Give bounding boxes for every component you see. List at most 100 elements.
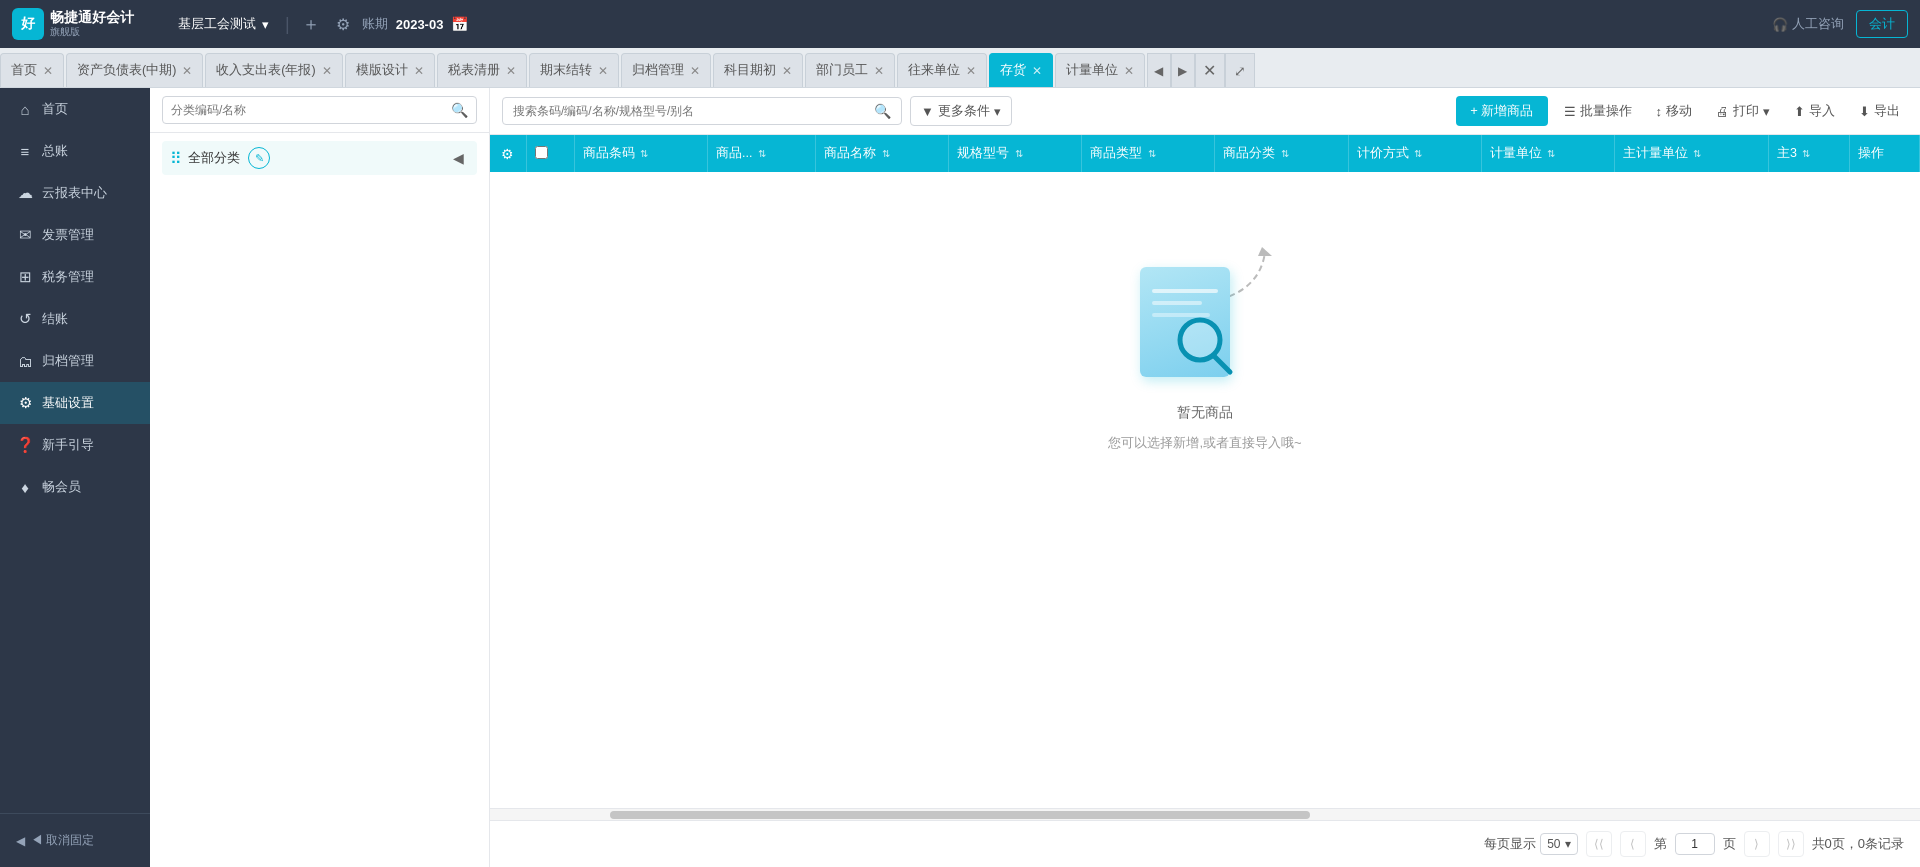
tab-unit[interactable]: 计量单位 ✕: [1055, 53, 1145, 87]
table-col-code[interactable]: 商品... ⇅: [708, 135, 816, 172]
tab-close-icon[interactable]: ✕: [690, 64, 700, 78]
sort-icon[interactable]: ⇅: [1148, 148, 1156, 159]
main-search-icon[interactable]: 🔍: [874, 103, 891, 119]
table-col-spec[interactable]: 规格型号 ⇅: [949, 135, 1082, 172]
table-col-type[interactable]: 商品类型 ⇅: [1082, 135, 1215, 172]
table-col-main-unit[interactable]: 主计量单位 ⇅: [1614, 135, 1768, 172]
sidebar-item-invoice[interactable]: ✉ 发票管理: [0, 214, 150, 256]
calendar-icon[interactable]: 📅: [451, 16, 468, 32]
category-collapse-button[interactable]: ◀: [447, 147, 469, 169]
col-actions-label: 操作: [1858, 146, 1884, 160]
tab-home[interactable]: 首页 ✕: [0, 53, 64, 87]
company-selector[interactable]: 基层工会测试 ▾: [170, 11, 277, 37]
tab-close-icon[interactable]: ✕: [874, 64, 884, 78]
sort-icon[interactable]: ⇅: [758, 148, 766, 159]
help-button[interactable]: 🎧 人工咨询: [1772, 15, 1844, 33]
app-header: 好 畅捷通好会计 旗舰版 基层工会测试 ▾ | ＋ ⚙ 账期 2023-03 📅…: [0, 0, 1920, 48]
tab-income[interactable]: 收入支出表(年报) ✕: [205, 53, 342, 87]
tab-template[interactable]: 模版设计 ✕: [345, 53, 435, 87]
tab-label: 往来单位: [908, 62, 960, 79]
sort-icon[interactable]: ⇅: [640, 148, 648, 159]
per-page-dropdown-icon: ▾: [1565, 837, 1571, 851]
unpin-sidebar-button[interactable]: ◀ ◀ 取消固定: [0, 824, 150, 857]
print-dropdown-icon: ▾: [1763, 104, 1770, 119]
horizontal-scrollbar-thumb[interactable]: [610, 811, 1310, 819]
tab-close-icon[interactable]: ✕: [182, 64, 192, 78]
tab-close-icon[interactable]: ✕: [43, 64, 53, 78]
tab-tax[interactable]: 税表清册 ✕: [437, 53, 527, 87]
sort-icon[interactable]: ⇅: [1693, 148, 1701, 159]
tab-period-close[interactable]: 期末结转 ✕: [529, 53, 619, 87]
account-button[interactable]: 会计: [1856, 10, 1908, 38]
prev-page-button[interactable]: ⟨: [1620, 831, 1646, 857]
move-button[interactable]: ↕ 移动: [1648, 97, 1701, 125]
category-search-icon[interactable]: 🔍: [451, 102, 468, 118]
import-button[interactable]: ⬆ 导入: [1786, 97, 1843, 125]
table-col-barcode[interactable]: 商品条码 ⇅: [574, 135, 707, 172]
tab-archive[interactable]: 归档管理 ✕: [621, 53, 711, 87]
sidebar-item-home[interactable]: ⌂ 首页: [0, 88, 150, 130]
header-add-button[interactable]: ＋: [298, 8, 324, 40]
sort-icon[interactable]: ⇅: [1547, 148, 1555, 159]
scrollbar-area[interactable]: [490, 808, 1920, 820]
sidebar-item-tax[interactable]: ⊞ 税务管理: [0, 256, 150, 298]
category-search-input[interactable]: [171, 103, 447, 117]
sort-icon[interactable]: ⇅: [882, 148, 890, 159]
page-number-input[interactable]: [1675, 833, 1715, 855]
header-settings-icon[interactable]: ⚙: [332, 11, 354, 38]
main-search-input[interactable]: [513, 104, 870, 118]
sidebar-item-guide[interactable]: ❓ 新手引导: [0, 424, 150, 466]
sidebar-item-member[interactable]: ♦ 畅会员: [0, 466, 150, 508]
tab-balance-sheet[interactable]: 资产负债表(中期) ✕: [66, 53, 203, 87]
tab-close-icon[interactable]: ✕: [598, 64, 608, 78]
category-all-item[interactable]: ⠿ 全部分类 ✎ ◀: [162, 141, 477, 175]
sort-icon[interactable]: ⇅: [1414, 148, 1422, 159]
tab-contacts[interactable]: 往来单位 ✕: [897, 53, 987, 87]
add-product-button[interactable]: + 新增商品: [1456, 96, 1547, 126]
per-page-select-box[interactable]: 50 ▾: [1540, 833, 1577, 855]
table-col-category[interactable]: 商品分类 ⇅: [1215, 135, 1348, 172]
column-settings-icon[interactable]: ⚙: [501, 146, 514, 162]
more-conditions-button[interactable]: ▼ 更多条件 ▾: [910, 96, 1012, 126]
tab-inventory[interactable]: 存货 ✕: [989, 53, 1053, 87]
tab-close-icon[interactable]: ✕: [1032, 64, 1042, 78]
sidebar-item-ledger[interactable]: ≡ 总账: [0, 130, 150, 172]
sort-icon[interactable]: ⇅: [1015, 148, 1023, 159]
main-search-box[interactable]: 🔍: [502, 97, 902, 125]
sort-icon[interactable]: ⇅: [1281, 148, 1289, 159]
tab-subject-init[interactable]: 科目期初 ✕: [713, 53, 803, 87]
last-page-button[interactable]: ⟩⟩: [1778, 831, 1804, 857]
unpin-icon: ◀: [16, 834, 25, 848]
tab-close-icon[interactable]: ✕: [1124, 64, 1134, 78]
sort-icon[interactable]: ⇅: [1802, 148, 1810, 159]
table-col-settings[interactable]: ⚙: [490, 135, 526, 172]
tab-close-all-button[interactable]: ✕: [1195, 53, 1225, 87]
tab-close-icon[interactable]: ✕: [782, 64, 792, 78]
sidebar-item-archive[interactable]: 🗂 归档管理: [0, 340, 150, 382]
batch-action-button[interactable]: ☰ 批量操作: [1556, 97, 1640, 125]
print-button[interactable]: 🖨 打印 ▾: [1708, 97, 1778, 125]
sidebar-item-settings[interactable]: ⚙ 基础设置: [0, 382, 150, 424]
table-col-name[interactable]: 商品名称 ⇅: [816, 135, 949, 172]
tab-close-icon[interactable]: ✕: [322, 64, 332, 78]
tab-dept-staff[interactable]: 部门员工 ✕: [805, 53, 895, 87]
table-scroll-area[interactable]: ⚙ 商品条码 ⇅ 商品...: [490, 135, 1920, 808]
first-page-button[interactable]: ⟨⟨: [1586, 831, 1612, 857]
table-col-extra[interactable]: 主3 ⇅: [1769, 135, 1850, 172]
tab-close-icon[interactable]: ✕: [966, 64, 976, 78]
category-search-box[interactable]: 🔍: [162, 96, 477, 124]
export-button[interactable]: ⬇ 导出: [1851, 97, 1908, 125]
table-col-price-method[interactable]: 计价方式 ⇅: [1348, 135, 1481, 172]
tab-close-icon[interactable]: ✕: [506, 64, 516, 78]
table-col-unit[interactable]: 计量单位 ⇅: [1481, 135, 1614, 172]
sidebar-item-close-period[interactable]: ↺ 结账: [0, 298, 150, 340]
tab-close-icon[interactable]: ✕: [414, 64, 424, 78]
table-col-checkbox[interactable]: [526, 135, 574, 172]
tab-expand-button[interactable]: ⤢: [1225, 53, 1255, 87]
sidebar-item-cloud-report[interactable]: ☁ 云报表中心: [0, 172, 150, 214]
tab-next-button[interactable]: ▶: [1171, 53, 1195, 87]
select-all-checkbox[interactable]: [535, 146, 548, 159]
category-edit-button[interactable]: ✎: [248, 147, 270, 169]
tab-prev-button[interactable]: ◀: [1147, 53, 1171, 87]
next-page-button[interactable]: ⟩: [1744, 831, 1770, 857]
